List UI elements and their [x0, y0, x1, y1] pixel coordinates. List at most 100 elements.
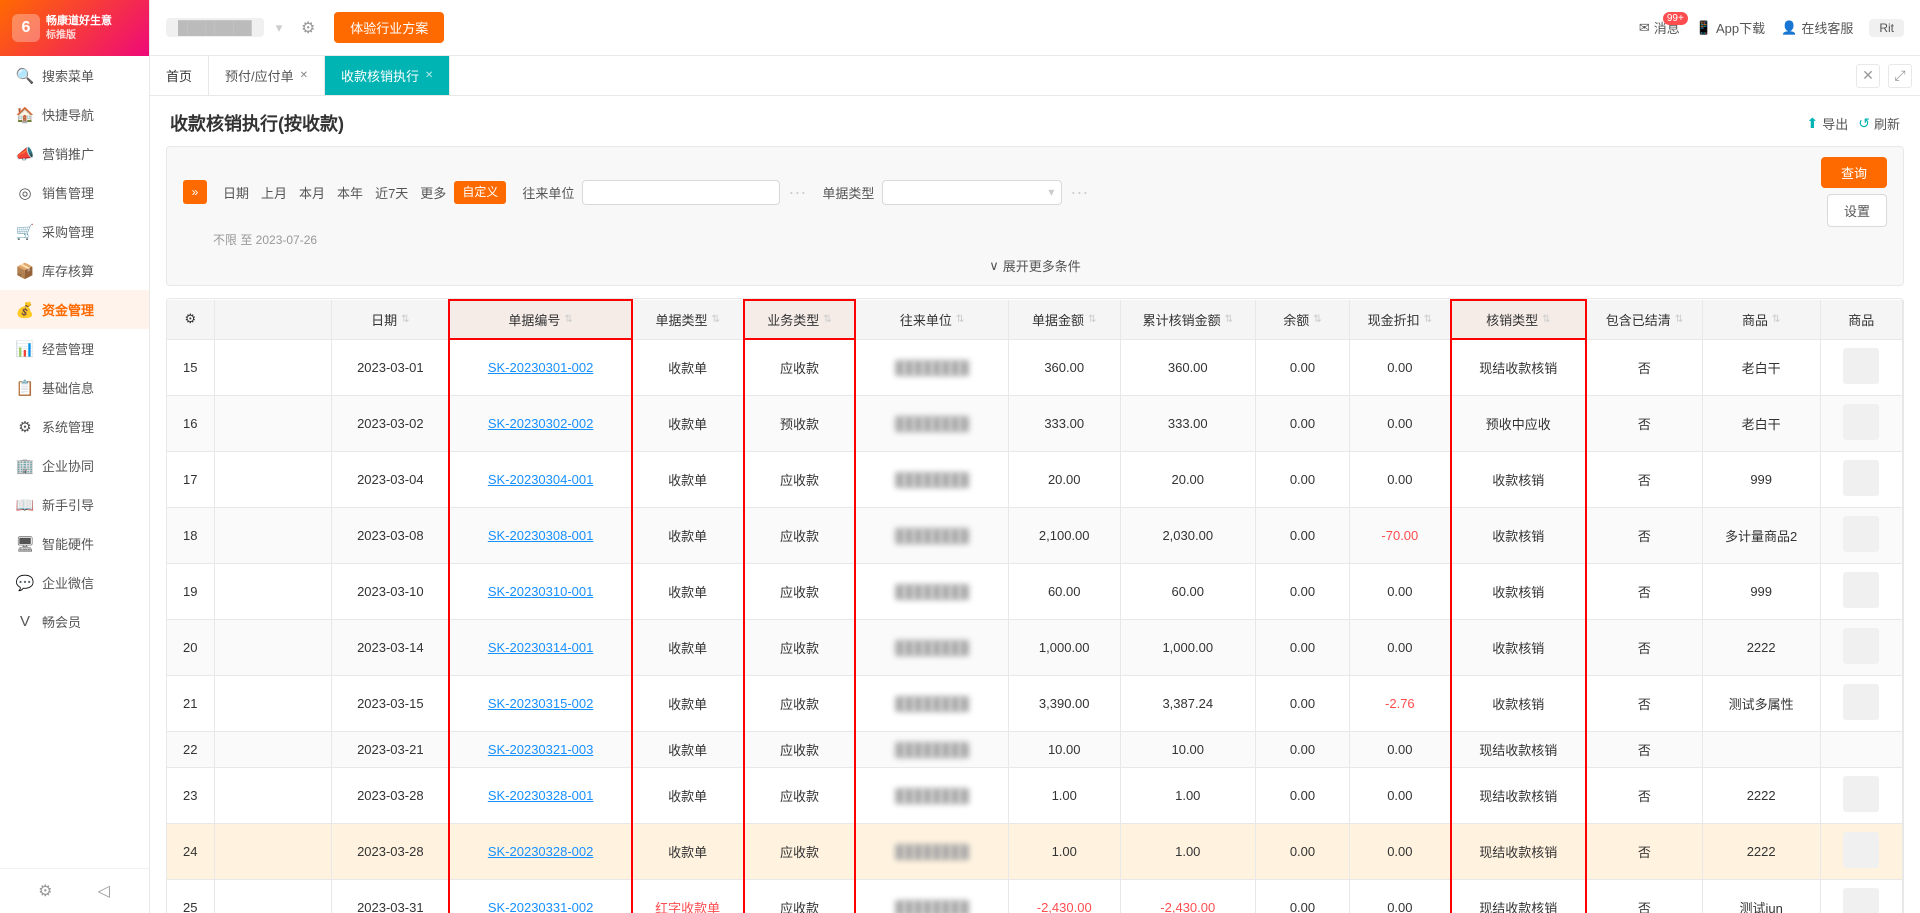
cell-billno[interactable]: SK-20230328-002: [449, 823, 631, 879]
table-row[interactable]: 25 2023-03-31 SK-20230331-002 红字收款单 应收款 …: [167, 879, 1903, 913]
cell-billno[interactable]: SK-20230315-002: [449, 675, 631, 731]
sidebar-item-member[interactable]: V 畅会员: [0, 602, 149, 641]
settings-bottom-icon[interactable]: ⚙: [33, 879, 57, 903]
table-row[interactable]: 23 2023-03-28 SK-20230328-001 收款单 应收款 ██…: [167, 767, 1903, 823]
cell-settled: 否: [1586, 879, 1702, 913]
filter-billtype-dots[interactable]: ···: [1070, 182, 1088, 203]
tab-collection-close[interactable]: ✕: [425, 70, 433, 81]
cell-billno[interactable]: SK-20230304-001: [449, 451, 631, 507]
sidebar-item-basic[interactable]: 📋 基础信息: [0, 368, 149, 407]
sidebar-item-inventory[interactable]: 📦 库存核算: [0, 251, 149, 290]
tab-maximize-btn[interactable]: ⤢: [1888, 64, 1912, 88]
table-row[interactable]: 22 2023-03-21 SK-20230321-003 收款单 应收款 ██…: [167, 731, 1903, 767]
message-btn[interactable]: ✉ 消息 99+: [1639, 18, 1680, 37]
operation-icon: 📊: [16, 340, 34, 358]
table-row[interactable]: 18 2023-03-08 SK-20230308-001 收款单 应收款 ██…: [167, 507, 1903, 563]
topbar-gear-btn[interactable]: ⚙: [294, 14, 322, 42]
table-row[interactable]: 20 2023-03-14 SK-20230314-001 收款单 应收款 ██…: [167, 619, 1903, 675]
tab-close-all-btn[interactable]: ✕: [1856, 64, 1880, 88]
th-settings[interactable]: ⚙: [167, 300, 214, 339]
filter-date-more[interactable]: 更多: [416, 181, 450, 204]
cell-billno[interactable]: SK-20230301-002: [449, 339, 631, 395]
table-row[interactable]: 21 2023-03-15 SK-20230315-002 收款单 应收款 ██…: [167, 675, 1903, 731]
cell-billtype: 收款单: [632, 339, 744, 395]
purchase-icon: 🛒: [16, 223, 34, 241]
cell-no: 19: [167, 563, 214, 619]
sidebar-item-sales[interactable]: ◎ 销售管理: [0, 173, 149, 212]
th-biztype: 业务类型⇅: [744, 300, 856, 339]
filter-expand-row: ∨ 展开更多条件: [183, 256, 1887, 275]
cell-billno[interactable]: SK-20230331-002: [449, 879, 631, 913]
filter-settings-btn[interactable]: 设置: [1827, 194, 1887, 227]
cell-billno[interactable]: SK-20230321-003: [449, 731, 631, 767]
sidebar-item-marketing[interactable]: 📣 营销推广: [0, 134, 149, 173]
sidebar-item-search[interactable]: 🔍 搜索菜单: [0, 56, 149, 95]
cell-discount: 0.00: [1350, 879, 1451, 913]
filter-billtype-select[interactable]: [882, 180, 1062, 205]
sidebar-item-hardware[interactable]: 🖥 智能硬件: [0, 524, 149, 563]
cell-billtype: 收款单: [632, 675, 744, 731]
cell-cumamount: 360.00: [1120, 339, 1255, 395]
filter-partner-input[interactable]: [582, 180, 780, 205]
cell-cumamount: 2,030.00: [1120, 507, 1255, 563]
filter-custom-tag[interactable]: 自定义: [454, 181, 506, 204]
tab-collection[interactable]: 收款核销执行 ✕: [325, 56, 450, 95]
page-actions: ⬆ 导出 ↺ 刷新: [1807, 114, 1901, 133]
table-row[interactable]: 19 2023-03-10 SK-20230310-001 收款单 应收款 ██…: [167, 563, 1903, 619]
tabbar: 首页 预付/应付单 ✕ 收款核销执行 ✕ ✕ ⤢: [150, 56, 1920, 96]
filter-partner-label: 往来单位: [522, 183, 574, 202]
cell-billno[interactable]: SK-20230308-001: [449, 507, 631, 563]
cell-canceltype: 收款核销: [1451, 507, 1586, 563]
sidebar-item-operation[interactable]: 📊 经营管理: [0, 329, 149, 368]
cell-date: 2023-03-31: [332, 879, 450, 913]
filter-date-this-year[interactable]: 本年: [333, 181, 367, 204]
industry-solution-btn[interactable]: 体验行业方案: [334, 12, 444, 43]
cell-balance: 0.00: [1255, 619, 1349, 675]
sidebar-item-system[interactable]: ⚙ 系统管理: [0, 407, 149, 446]
cell-canceltype: 现结收款核销: [1451, 731, 1586, 767]
tab-home[interactable]: 首页: [150, 56, 209, 95]
home-icon: 🏠: [16, 106, 34, 124]
online-service-btn[interactable]: 👤 在线客服: [1781, 18, 1853, 37]
filter-collapse-btn[interactable]: »: [183, 180, 207, 204]
table-row[interactable]: 15 2023-03-01 SK-20230301-002 收款单 应收款 ██…: [167, 339, 1903, 395]
cell-discount: -70.00: [1350, 507, 1451, 563]
export-btn[interactable]: ⬆ 导出: [1807, 114, 1849, 133]
cell-seq: [214, 507, 332, 563]
sidebar-item-purchase[interactable]: 🛒 采购管理: [0, 212, 149, 251]
cell-biztype: 应收款: [744, 767, 856, 823]
sidebar-item-finance[interactable]: 💰 资金管理: [0, 290, 149, 329]
filter-date-last-month[interactable]: 上月: [257, 181, 291, 204]
user-profile[interactable]: Rit: [1869, 19, 1904, 37]
table-row[interactable]: 17 2023-03-04 SK-20230304-001 收款单 应收款 ██…: [167, 451, 1903, 507]
th-partner: 往来单位⇅: [855, 300, 1008, 339]
filter-date-this-month[interactable]: 本月: [295, 181, 329, 204]
th-canceltype: 核销类型⇅: [1451, 300, 1586, 339]
cell-biztype: 应收款: [744, 879, 856, 913]
sidebar-item-wechat[interactable]: 💬 企业微信: [0, 563, 149, 602]
filter-query-btn[interactable]: 查询: [1821, 157, 1887, 188]
cell-partner: ████████: [855, 823, 1008, 879]
filter-date-7days[interactable]: 近7天: [371, 181, 412, 204]
table-row[interactable]: 16 2023-03-02 SK-20230302-002 收款单 预收款 ██…: [167, 395, 1903, 451]
filter-partner-item: 往来单位 ···: [522, 180, 806, 205]
collapse-icon[interactable]: ◁: [92, 879, 116, 903]
cell-billno[interactable]: SK-20230328-001: [449, 767, 631, 823]
th-date: 日期⇅: [332, 300, 450, 339]
sidebar-item-guide[interactable]: 📖 新手引导: [0, 485, 149, 524]
cell-billno[interactable]: SK-20230302-002: [449, 395, 631, 451]
cell-billno[interactable]: SK-20230314-001: [449, 619, 631, 675]
export-icon: ⬆: [1807, 115, 1819, 132]
refresh-btn[interactable]: ↺ 刷新: [1858, 114, 1900, 133]
cell-billno[interactable]: SK-20230310-001: [449, 563, 631, 619]
app-download-btn[interactable]: 📱 App下载: [1696, 18, 1765, 37]
sidebar-item-quicknav[interactable]: 🏠 快捷导航: [0, 95, 149, 134]
tab-prepayment-close[interactable]: ✕: [300, 70, 308, 81]
table-row[interactable]: 24 2023-03-28 SK-20230328-002 收款单 应收款 ██…: [167, 823, 1903, 879]
filter-partner-dots[interactable]: ···: [788, 182, 806, 203]
tab-prepayment[interactable]: 预付/应付单 ✕: [209, 56, 325, 95]
finance-icon: 💰: [16, 301, 34, 319]
filter-expand-btn[interactable]: ∨ 展开更多条件: [989, 256, 1081, 275]
sidebar-item-enterprise[interactable]: 🏢 企业协同: [0, 446, 149, 485]
cell-no: 25: [167, 879, 214, 913]
